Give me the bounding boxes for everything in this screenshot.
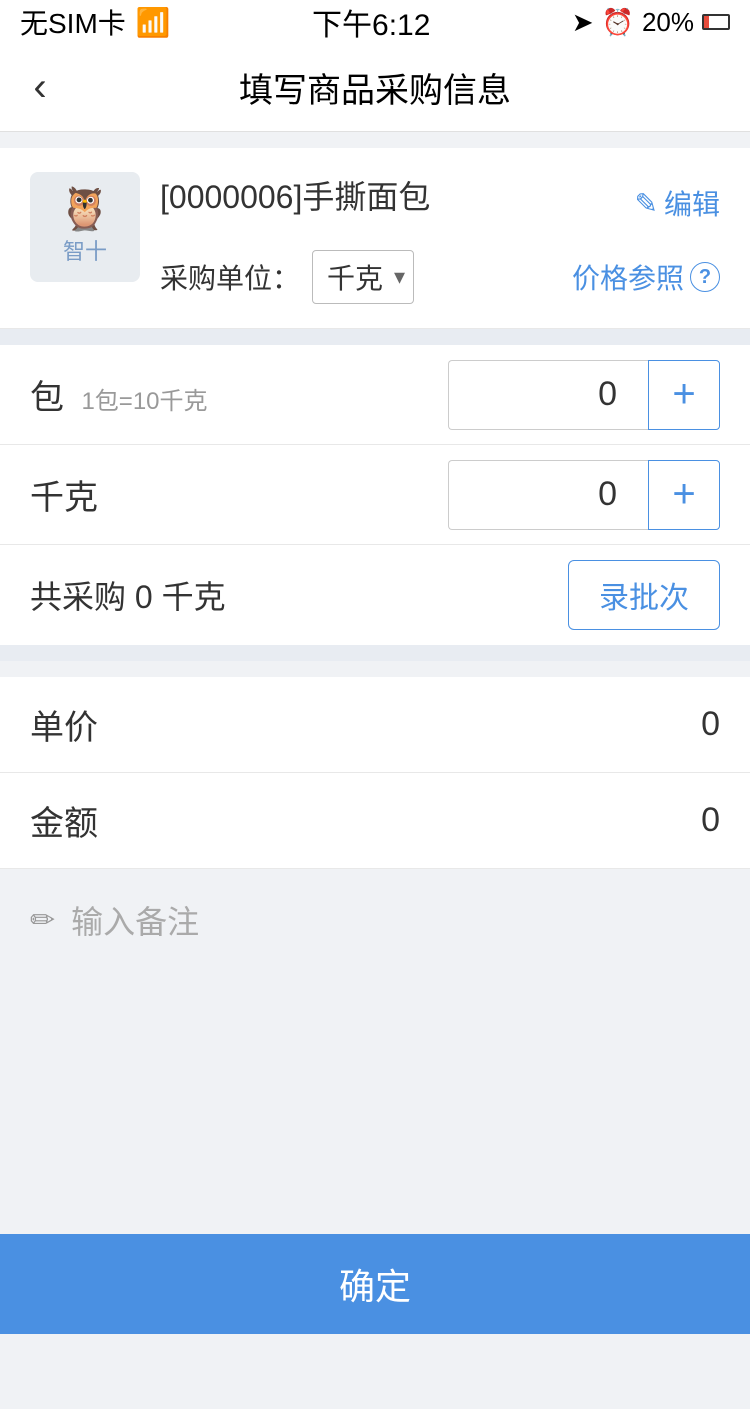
record-batch-button[interactable]: 录批次 <box>568 560 720 630</box>
status-left: 无SIM卡 📶 <box>20 2 171 42</box>
owl-icon: 🦉 <box>59 188 111 230</box>
product-card: 🦉 智十 [0000006]手撕面包 ✎ 编辑 采购单位： 千克 价格参照 ? <box>0 148 750 329</box>
confirm-button[interactable]: 确定 <box>0 1234 750 1334</box>
pencil-icon: ✏ <box>30 903 55 938</box>
kg-row: 千克 + <box>0 445 750 545</box>
battery-text: 20% <box>642 7 694 38</box>
carrier-text: 无SIM卡 <box>20 2 126 42</box>
bao-plus-button[interactable]: + <box>648 360 720 430</box>
unit-price-label: 单价 <box>30 700 98 749</box>
page-title: 填写商品采购信息 <box>0 63 750 112</box>
unit-price-value: 0 <box>701 705 720 744</box>
edit-label: 编辑 <box>664 183 720 223</box>
wifi-icon: 📶 <box>136 6 171 39</box>
purchase-unit-label: 采购单位： <box>160 257 300 297</box>
bao-row: 包 1包=10千克 + <box>0 345 750 445</box>
edit-button[interactable]: ✎ 编辑 <box>635 183 720 223</box>
status-bar: 无SIM卡 📶 下午6:12 ➤ ⏰ 20% <box>0 0 750 44</box>
product-name: [0000006]手撕面包 <box>160 172 430 218</box>
battery-icon <box>702 14 730 30</box>
nav-bar: ‹ 填写商品采购信息 <box>0 44 750 132</box>
kg-plus-button[interactable]: + <box>648 460 720 530</box>
unit-select[interactable]: 千克 <box>312 250 414 304</box>
amount-label: 金额 <box>30 796 98 845</box>
price-ref-button[interactable]: 价格参照 ? <box>572 257 720 297</box>
amount-value: 0 <box>701 801 720 840</box>
kg-input-wrap: + <box>448 460 720 530</box>
bao-label-text: 包 <box>30 379 64 417</box>
kg-label: 千克 <box>30 470 448 519</box>
product-info: [0000006]手撕面包 ✎ 编辑 采购单位： 千克 价格参照 ? <box>160 172 720 304</box>
bao-sublabel: 1包=10千克 <box>81 388 207 415</box>
purchase-unit: 采购单位： 千克 <box>160 250 414 304</box>
confirm-label: 确定 <box>339 1258 411 1310</box>
help-icon: ? <box>690 262 720 292</box>
status-right: ➤ ⏰ 20% <box>572 7 730 38</box>
location-icon: ➤ <box>572 7 594 38</box>
summary-label: 共采购 <box>30 579 126 615</box>
status-time: 下午6:12 <box>312 0 430 44</box>
bao-input-wrap: + <box>448 360 720 430</box>
remark-input-area[interactable]: ✏ 输入备注 <box>30 897 720 943</box>
main-content: 🦉 智十 [0000006]手撕面包 ✎ 编辑 采购单位： 千克 价格参照 ? <box>0 148 750 1409</box>
divider-2 <box>0 645 750 661</box>
remark-placeholder: 输入备注 <box>71 897 199 943</box>
bao-input[interactable] <box>448 360 648 430</box>
remark-section: ✏ 输入备注 <box>0 869 750 1029</box>
summary-row: 共采购 0 千克 录批次 <box>0 545 750 645</box>
input-section: 包 1包=10千克 + 千克 + <box>0 345 750 545</box>
summary-text: 共采购 0 千克 <box>30 572 226 618</box>
thumb-label: 智十 <box>63 234 107 266</box>
unit-price-row: 单价 0 <box>0 677 750 773</box>
product-meta: 采购单位： 千克 价格参照 ? <box>160 250 720 304</box>
product-thumbnail: 🦉 智十 <box>30 172 140 282</box>
summary-unit: 千克 <box>162 579 226 615</box>
amount-row: 金额 0 <box>0 773 750 869</box>
divider-1 <box>0 329 750 345</box>
alarm-icon: ⏰ <box>602 7 634 38</box>
edit-icon: ✎ <box>635 187 658 220</box>
price-ref-label: 价格参照 <box>572 257 684 297</box>
summary-quantity: 0 <box>135 579 153 615</box>
back-button[interactable]: ‹ <box>0 44 80 132</box>
price-section: 单价 0 金额 0 <box>0 677 750 869</box>
kg-input[interactable] <box>448 460 648 530</box>
bao-label: 包 1包=10千克 <box>30 370 448 419</box>
